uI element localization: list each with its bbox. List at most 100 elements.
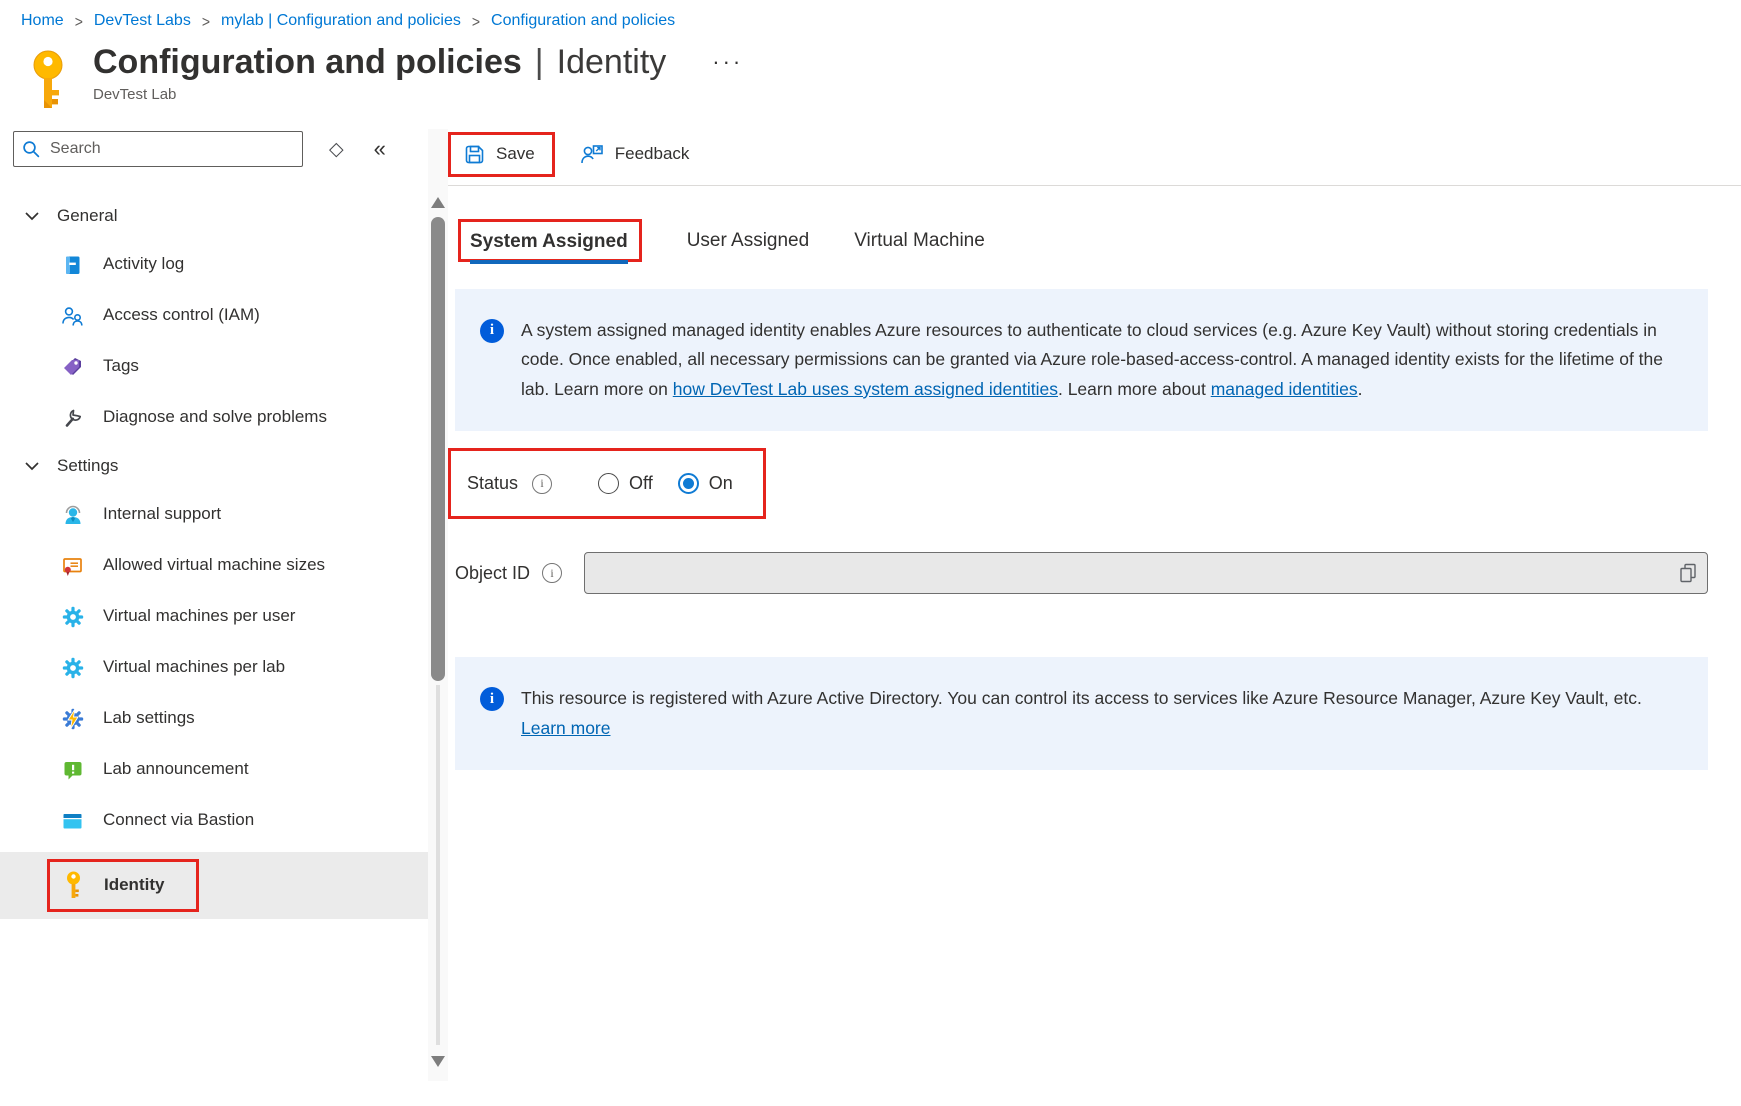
chevron-down-icon bbox=[25, 212, 39, 221]
page-title-separator: | bbox=[534, 43, 544, 81]
radio-off-label: Off bbox=[629, 473, 653, 494]
gear-icon bbox=[60, 606, 85, 628]
banner-text: This resource is registered with Azure A… bbox=[521, 688, 1642, 709]
banner-text: . Learn more about bbox=[1057, 378, 1211, 399]
sidebar-item-label: Access control (IAM) bbox=[103, 305, 260, 325]
tab-system-assigned[interactable]: System Assigned bbox=[470, 231, 628, 264]
info-banner-system-assigned: i A system assigned managed identity ena… bbox=[455, 289, 1708, 432]
sidebar-item-vm-per-lab[interactable]: Virtual machines per lab bbox=[0, 642, 428, 693]
gear-icon bbox=[60, 657, 85, 679]
copy-button[interactable] bbox=[1669, 562, 1707, 584]
scrollbar-up-arrow[interactable] bbox=[431, 197, 445, 208]
annotation-box-save: Save bbox=[448, 131, 555, 177]
sidebar-item-label: Allowed virtual machine sizes bbox=[103, 555, 326, 575]
page-title: Configuration and policies | Identity ··… bbox=[93, 43, 744, 81]
info-icon: i bbox=[480, 319, 504, 343]
search-box bbox=[13, 131, 303, 167]
collapse-sidebar-icon[interactable]: « bbox=[374, 138, 386, 160]
sidebar-item-activity-log[interactable]: Activity log bbox=[0, 239, 428, 290]
info-banner-aad: i This resource is registered with Azure… bbox=[455, 657, 1708, 770]
banner-text: . bbox=[1357, 378, 1363, 399]
access-control-icon bbox=[60, 305, 85, 327]
object-id-label: Object ID bbox=[455, 562, 531, 583]
breadcrumb-link-config-policies[interactable]: Configuration and policies bbox=[491, 12, 675, 30]
sidebar-section-general[interactable]: General bbox=[0, 193, 428, 239]
sidebar-item-label: Lab announcement bbox=[103, 759, 249, 779]
sidebar-item-diagnose[interactable]: Diagnose and solve problems bbox=[0, 392, 428, 443]
toolbar-divider bbox=[448, 185, 1741, 186]
tab-virtual-machine[interactable]: Virtual Machine bbox=[854, 230, 985, 252]
azure-portal-page: Home > DevTest Labs > mylab | Configurat… bbox=[0, 0, 1741, 1106]
link-devtest-identities[interactable]: how DevTest Lab uses system assigned ide… bbox=[673, 379, 1058, 399]
announcement-icon bbox=[60, 759, 85, 781]
sidebar-item-access-control[interactable]: Access control (IAM) bbox=[0, 290, 428, 341]
activity-log-icon bbox=[60, 254, 85, 276]
sidebar-item-tags[interactable]: Tags bbox=[0, 341, 428, 392]
breadcrumb-separator: > bbox=[201, 11, 210, 31]
feedback-icon bbox=[580, 145, 603, 164]
save-icon bbox=[465, 145, 484, 163]
chevron-down-icon bbox=[25, 462, 39, 471]
scrollbar-track[interactable] bbox=[436, 685, 440, 1045]
sidebar-item-lab-settings[interactable]: Lab settings bbox=[0, 693, 428, 744]
feedback-button[interactable]: Feedback bbox=[580, 143, 690, 165]
page-header: Configuration and policies | Identity ··… bbox=[0, 30, 1741, 117]
breadcrumb-link-mylab[interactable]: mylab | Configuration and policies bbox=[221, 12, 461, 30]
scrollbar-thumb[interactable] bbox=[431, 217, 445, 681]
info-banner-text: This resource is registered with Azure A… bbox=[521, 684, 1678, 743]
section-label: General bbox=[57, 206, 118, 225]
sidebar: ◇ « General bbox=[0, 129, 428, 1081]
info-banner-text: A system assigned managed identity enabl… bbox=[521, 316, 1678, 404]
radio-on-label: On bbox=[708, 473, 733, 494]
search-icon bbox=[23, 141, 40, 158]
copy-icon bbox=[1680, 563, 1696, 583]
sidebar-item-label: Diagnose and solve problems bbox=[103, 407, 327, 427]
diagnose-wrench-icon bbox=[60, 407, 85, 429]
sidebar-item-vm-per-user[interactable]: Virtual machines per user bbox=[0, 591, 428, 642]
sidebar-item-label: Virtual machines per user bbox=[103, 606, 296, 626]
status-radio-on[interactable]: On bbox=[677, 473, 733, 495]
sidebar-item-lab-announcement[interactable]: Lab announcement bbox=[0, 744, 428, 795]
sidebar-scrollbar bbox=[428, 129, 448, 1081]
main-panel: Save Feedback System Assigned User Assig… bbox=[448, 129, 1741, 1081]
sidebar-item-connect-bastion[interactable]: Connect via Bastion bbox=[0, 795, 428, 846]
scrollbar-down-arrow[interactable] bbox=[431, 1056, 445, 1067]
search-input[interactable] bbox=[48, 139, 294, 159]
object-id-input bbox=[585, 553, 1669, 594]
save-label: Save bbox=[496, 144, 535, 163]
sidebar-section-settings[interactable]: Settings bbox=[0, 443, 428, 489]
lab-settings-gear-icon bbox=[60, 708, 85, 730]
breadcrumb-separator: > bbox=[471, 11, 481, 31]
sidebar-item-label: Virtual machines per lab bbox=[103, 657, 286, 677]
object-id-row: Object ID i bbox=[455, 552, 1708, 595]
page-subtitle: DevTest Lab bbox=[93, 85, 177, 103]
command-bar: Save Feedback bbox=[448, 129, 1741, 179]
bastion-window-icon bbox=[60, 810, 85, 832]
page-title-primary: Configuration and policies bbox=[93, 43, 522, 81]
annotation-box-status: Status i Off On bbox=[448, 448, 766, 520]
tab-bar: System Assigned User Assigned Virtual Ma… bbox=[458, 219, 1741, 264]
link-learn-more[interactable]: Learn more bbox=[521, 718, 611, 738]
breadcrumb-separator: > bbox=[74, 11, 83, 31]
sidebar-item-label: Identity bbox=[104, 875, 165, 895]
info-tooltip-icon[interactable]: i bbox=[532, 473, 553, 494]
sidebar-item-label: Activity log bbox=[103, 254, 185, 274]
link-managed-identities[interactable]: managed identities bbox=[1211, 379, 1358, 399]
sidebar-item-label: Internal support bbox=[103, 504, 222, 524]
breadcrumb-link-devtest-labs[interactable]: DevTest Labs bbox=[94, 12, 191, 30]
status-label: Status bbox=[467, 473, 519, 494]
sidebar-item-internal-support[interactable]: Internal support bbox=[0, 489, 428, 540]
tab-user-assigned[interactable]: User Assigned bbox=[687, 230, 810, 252]
tags-icon bbox=[60, 356, 85, 378]
save-button[interactable]: Save bbox=[464, 144, 535, 165]
sidebar-item-identity[interactable]: Identity bbox=[0, 852, 428, 919]
feedback-label: Feedback bbox=[614, 144, 690, 163]
info-tooltip-icon[interactable]: i bbox=[542, 563, 563, 584]
breadcrumb-link-home[interactable]: Home bbox=[21, 12, 64, 30]
pin-diamond-icon[interactable]: ◇ bbox=[329, 140, 344, 159]
internal-support-icon bbox=[60, 504, 85, 526]
sidebar-item-allowed-vm-sizes[interactable]: Allowed virtual machine sizes bbox=[0, 540, 428, 591]
breadcrumb: Home > DevTest Labs > mylab | Configurat… bbox=[0, 0, 1741, 30]
status-radio-off[interactable]: Off bbox=[598, 473, 653, 495]
section-label: Settings bbox=[57, 456, 119, 475]
